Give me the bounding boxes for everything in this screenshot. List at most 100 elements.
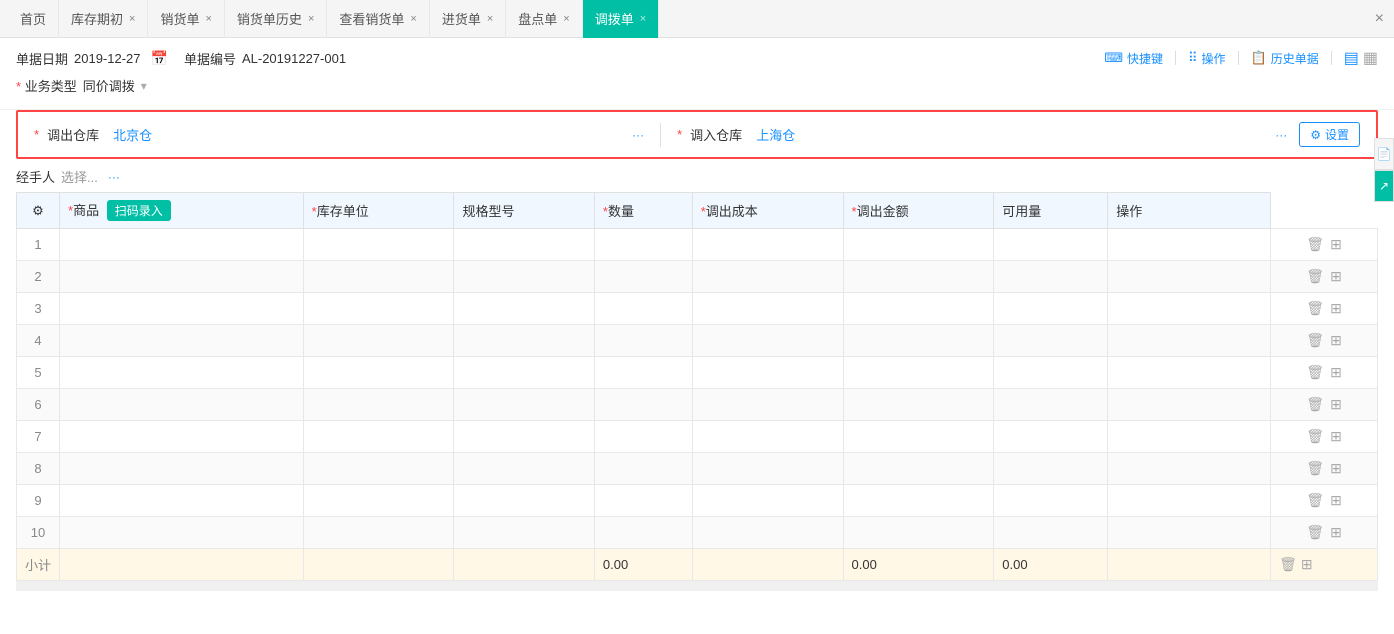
data-cell[interactable] — [454, 389, 594, 421]
data-cell[interactable] — [1108, 517, 1271, 549]
data-cell[interactable] — [692, 453, 843, 485]
data-cell[interactable] — [594, 229, 692, 261]
data-cell[interactable] — [60, 325, 304, 357]
gear-icon[interactable]: ⚙ — [32, 203, 44, 218]
data-cell[interactable] — [454, 517, 594, 549]
right-expand-icon[interactable]: ↗ — [1374, 170, 1394, 202]
delete-row-icon[interactable]: 🗑 — [1306, 492, 1324, 508]
data-cell[interactable] — [303, 325, 454, 357]
data-cell[interactable] — [454, 357, 594, 389]
data-cell[interactable] — [594, 517, 692, 549]
warehouse-out-value[interactable]: 北京仓 — [113, 125, 152, 144]
data-cell[interactable] — [594, 389, 692, 421]
copy-row-icon[interactable]: ⊞ — [1330, 332, 1342, 348]
data-cell[interactable] — [60, 261, 304, 293]
layout1-icon[interactable]: ▤ — [1344, 48, 1359, 68]
data-cell[interactable] — [1108, 325, 1271, 357]
delete-icon[interactable]: 🗑 — [1279, 556, 1297, 572]
data-cell[interactable] — [60, 421, 304, 453]
data-cell[interactable] — [692, 229, 843, 261]
delete-row-icon[interactable]: 🗑 — [1306, 364, 1324, 380]
data-cell[interactable] — [692, 357, 843, 389]
tab-close-purchase-order[interactable]: × — [487, 13, 493, 25]
tab-close-inventory-init[interactable]: × — [129, 13, 135, 25]
scan-entry-button[interactable]: 扫码录入 — [107, 200, 171, 221]
data-cell[interactable] — [843, 261, 994, 293]
tab-transfer[interactable]: 调拨单 × — [583, 0, 659, 38]
copy-row-icon[interactable]: ⊞ — [1330, 428, 1342, 444]
warehouse-in-value[interactable]: 上海仓 — [756, 125, 795, 144]
data-cell[interactable] — [994, 389, 1108, 421]
data-cell[interactable] — [454, 261, 594, 293]
warehouse-in-more[interactable]: ··· — [1275, 128, 1287, 142]
data-cell[interactable] — [60, 453, 304, 485]
data-cell[interactable] — [303, 389, 454, 421]
right-doc-icon[interactable]: 📄 — [1374, 138, 1394, 170]
handler-more[interactable]: ··· — [108, 170, 120, 184]
data-cell[interactable] — [843, 229, 994, 261]
data-cell[interactable] — [1108, 421, 1271, 453]
calendar-icon[interactable]: 📅 — [151, 50, 168, 67]
data-cell[interactable] — [594, 421, 692, 453]
data-cell[interactable] — [1108, 357, 1271, 389]
copy-row-icon[interactable]: ⊞ — [1330, 492, 1342, 508]
data-cell[interactable] — [303, 261, 454, 293]
data-cell[interactable] — [843, 389, 994, 421]
data-cell[interactable] — [303, 293, 454, 325]
data-cell[interactable] — [843, 421, 994, 453]
copy-row-icon[interactable]: ⊞ — [1330, 268, 1342, 284]
copy-icon[interactable]: ⊞ — [1301, 556, 1313, 572]
tab-close-sales-history[interactable]: × — [308, 13, 314, 25]
copy-row-icon[interactable]: ⊞ — [1330, 364, 1342, 380]
data-cell[interactable] — [60, 229, 304, 261]
data-cell[interactable] — [994, 517, 1108, 549]
history-button[interactable]: 📋 历史单据 — [1251, 50, 1319, 67]
data-cell[interactable] — [454, 453, 594, 485]
data-cell[interactable] — [994, 453, 1108, 485]
data-cell[interactable] — [1108, 389, 1271, 421]
data-cell[interactable] — [303, 229, 454, 261]
data-cell[interactable] — [692, 293, 843, 325]
data-cell[interactable] — [594, 325, 692, 357]
data-cell[interactable] — [692, 421, 843, 453]
doc-value[interactable]: AL-20191227-001 — [242, 51, 346, 66]
date-value[interactable]: 2019-12-27 — [74, 51, 141, 66]
data-cell[interactable] — [994, 229, 1108, 261]
data-cell[interactable] — [60, 293, 304, 325]
delete-row-icon[interactable]: 🗑 — [1306, 396, 1324, 412]
data-cell[interactable] — [454, 293, 594, 325]
tab-view-sales[interactable]: 查看销货单 × — [327, 0, 429, 38]
data-cell[interactable] — [692, 485, 843, 517]
copy-row-icon[interactable]: ⊞ — [1330, 396, 1342, 412]
copy-row-icon[interactable]: ⊞ — [1330, 300, 1342, 316]
tab-close-sales-order[interactable]: × — [205, 13, 211, 25]
operations-button[interactable]: ⠿ 操作 — [1188, 50, 1226, 67]
data-cell[interactable] — [1108, 261, 1271, 293]
data-cell[interactable] — [1108, 229, 1271, 261]
data-cell[interactable] — [1108, 293, 1271, 325]
settings-button[interactable]: ⚙ 设置 — [1299, 122, 1360, 147]
data-cell[interactable] — [60, 389, 304, 421]
copy-row-icon[interactable]: ⊞ — [1330, 524, 1342, 540]
tab-sales-history[interactable]: 销货单历史 × — [225, 0, 327, 38]
delete-row-icon[interactable]: 🗑 — [1306, 236, 1324, 252]
delete-row-icon[interactable]: 🗑 — [1306, 428, 1324, 444]
data-cell[interactable] — [594, 293, 692, 325]
tab-stocktake[interactable]: 盘点单 × — [506, 0, 582, 38]
dropdown-icon[interactable]: ▾ — [141, 79, 147, 93]
delete-row-icon[interactable]: 🗑 — [1306, 268, 1324, 284]
data-cell[interactable] — [843, 453, 994, 485]
tab-inventory-init[interactable]: 库存期初 × — [59, 0, 148, 38]
tab-home[interactable]: 首页 — [8, 0, 59, 38]
data-cell[interactable] — [454, 421, 594, 453]
tab-close-stocktake[interactable]: × — [563, 13, 569, 25]
data-cell[interactable] — [994, 325, 1108, 357]
business-type-value[interactable]: 同价调拨 — [83, 76, 135, 95]
data-cell[interactable] — [994, 485, 1108, 517]
data-cell[interactable] — [303, 517, 454, 549]
data-cell[interactable] — [594, 485, 692, 517]
tab-close-view-sales[interactable]: × — [410, 13, 416, 25]
copy-row-icon[interactable]: ⊞ — [1330, 460, 1342, 476]
data-cell[interactable] — [303, 485, 454, 517]
data-cell[interactable] — [843, 357, 994, 389]
